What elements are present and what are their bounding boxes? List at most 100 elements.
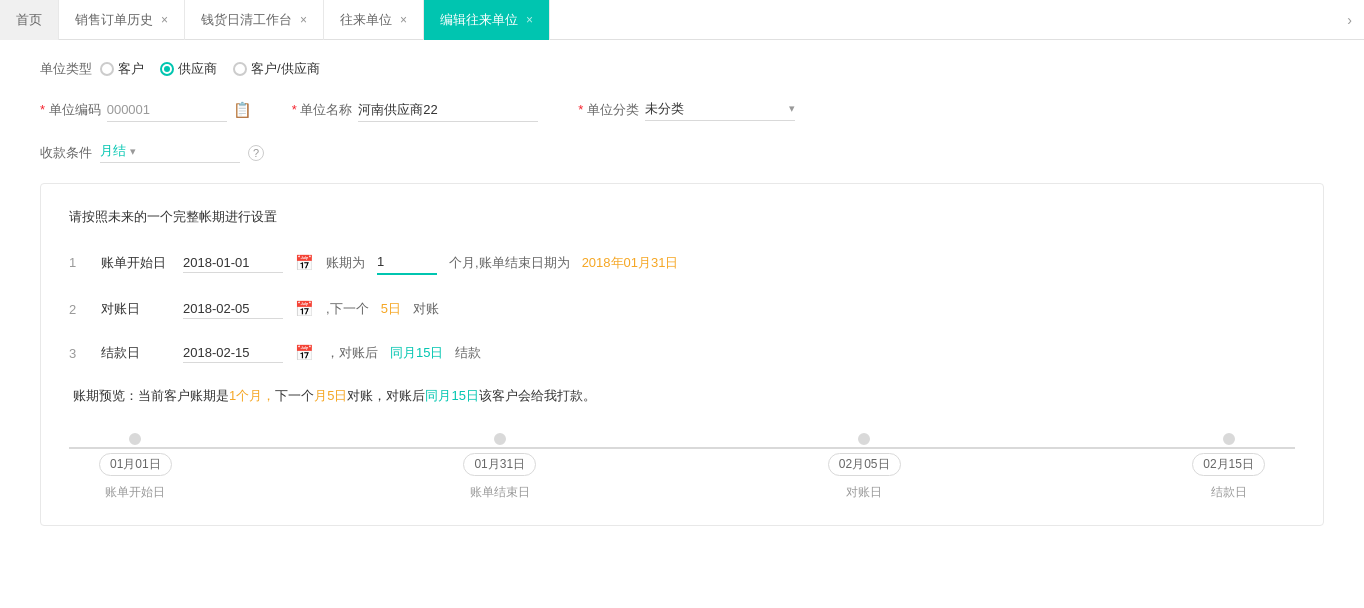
- radio-customer-label: 客户: [118, 60, 144, 78]
- unit-category-value: 未分类: [645, 100, 785, 118]
- row-3-label: 结款日: [101, 344, 171, 362]
- radio-both-label: 客户/供应商: [251, 60, 320, 78]
- unit-code-icon[interactable]: 📋: [233, 101, 252, 119]
- tab-cash-workbench-close[interactable]: ×: [300, 13, 307, 27]
- point-badge-1: 01月31日: [463, 453, 536, 476]
- point-dot-2: [858, 433, 870, 445]
- tab-bar: 首页 销售订单历史 × 钱货日清工作台 × 往来单位 × 编辑往来单位 × ›: [0, 0, 1364, 40]
- unit-category-label: 单位分类: [578, 101, 639, 119]
- setting-row-1: 1 账单开始日 📅 账期为 个月,账单结束日期为 2018年01月31日: [69, 250, 1295, 275]
- row-2-desc1: ,下一个: [326, 300, 369, 318]
- setting-row-3: 3 结款日 📅 ，对账后 同月15日 结款: [69, 343, 1295, 363]
- timeline-wrapper: 01月01日 账单开始日 01月31日 账单结束日 02月05日 对账日 02月…: [69, 433, 1295, 501]
- row-3-calendar-icon[interactable]: 📅: [295, 344, 314, 362]
- radio-both-circle: [233, 62, 247, 76]
- tab-home-label: 首页: [16, 11, 42, 29]
- payment-terms-value: 月结: [100, 142, 126, 160]
- timeline-point-2: 02月05日 对账日: [828, 433, 901, 501]
- setting-row-2: 2 对账日 📅 ,下一个 5日 对账: [69, 299, 1295, 319]
- unit-name-input[interactable]: [358, 98, 538, 122]
- row-2-num: 2: [69, 302, 89, 317]
- point-badge-0: 01月01日: [99, 453, 172, 476]
- preview-desc2: 下一个: [275, 387, 314, 405]
- point-badge-3: 02月15日: [1192, 453, 1265, 476]
- point-label-3: 结款日: [1211, 484, 1247, 501]
- row-2-desc2: 对账: [413, 300, 439, 318]
- tab-edit-partner-close[interactable]: ×: [526, 13, 533, 27]
- tab-edit-partner-label: 编辑往来单位: [440, 11, 518, 29]
- unit-type-row: 单位类型 客户 供应商 客户/供应商: [40, 60, 1324, 78]
- tab-cash-workbench-label: 钱货日清工作台: [201, 11, 292, 29]
- tab-partner-units-close[interactable]: ×: [400, 13, 407, 27]
- row-2-label: 对账日: [101, 300, 171, 318]
- tab-edit-partner[interactable]: 编辑往来单位 ×: [424, 0, 550, 40]
- row-1-num: 1: [69, 255, 89, 270]
- row-1-desc-after: 个月,账单结束日期为: [449, 254, 570, 272]
- payment-terms-row: 收款条件 月结 ▾ ?: [40, 142, 1324, 163]
- payment-terms-label: 收款条件: [40, 144, 92, 162]
- row-3-day-highlight: 同月15日: [390, 344, 443, 362]
- row-3-desc1: ，对账后: [326, 344, 378, 362]
- row-3-num: 3: [69, 346, 89, 361]
- tab-partner-units[interactable]: 往来单位 ×: [324, 0, 424, 40]
- tab-sales-history[interactable]: 销售订单历史 ×: [59, 0, 185, 40]
- preview-day1: 月5日: [314, 387, 347, 405]
- preview-day2: 同月15日: [425, 387, 478, 405]
- radio-both[interactable]: 客户/供应商: [233, 60, 320, 78]
- radio-customer[interactable]: 客户: [100, 60, 144, 78]
- point-badge-2: 02月05日: [828, 453, 901, 476]
- point-dot-0: [129, 433, 141, 445]
- preview-row: 账期预览：当前客户账期是 1个月， 下一个 月5日 对账，对账后 同月15日 该…: [69, 387, 1295, 405]
- preview-months: 1个月，: [229, 387, 275, 405]
- tab-partner-units-label: 往来单位: [340, 11, 392, 29]
- row-3-desc2: 结款: [455, 344, 481, 362]
- unit-type-radio-group: 客户 供应商 客户/供应商: [100, 60, 320, 78]
- point-label-1: 账单结束日: [470, 484, 530, 501]
- point-label-2: 对账日: [846, 484, 882, 501]
- unit-name-group: 单位名称: [292, 98, 539, 122]
- card-title: 请按照未来的一个完整帐期进行设置: [69, 208, 1295, 226]
- row-1-date-input[interactable]: [183, 253, 283, 273]
- row-2-date-input[interactable]: [183, 299, 283, 319]
- unit-code-input[interactable]: [107, 98, 227, 122]
- tab-cash-workbench[interactable]: 钱货日清工作台 ×: [185, 0, 324, 40]
- help-icon[interactable]: ?: [248, 145, 264, 161]
- row-1-desc-before: 账期为: [326, 254, 365, 272]
- row-2-day-highlight: 5日: [381, 300, 401, 318]
- payment-terms-chevron: ▾: [130, 145, 136, 158]
- tab-home[interactable]: 首页: [0, 0, 59, 40]
- preview-label: 账期预览：当前客户账期是: [73, 387, 229, 405]
- preview-desc4: 该客户会给我打款。: [479, 387, 596, 405]
- row-1-label: 账单开始日: [101, 254, 171, 272]
- row-3-date-input[interactable]: [183, 343, 283, 363]
- unit-fields-row: 单位编码 📋 单位名称 单位分类 未分类 ▾: [40, 98, 1324, 122]
- row-2-calendar-icon[interactable]: 📅: [295, 300, 314, 318]
- tab-sales-history-label: 销售订单历史: [75, 11, 153, 29]
- row-1-calendar-icon[interactable]: 📅: [295, 254, 314, 272]
- timeline-point-0: 01月01日 账单开始日: [99, 433, 172, 501]
- point-dot-1: [494, 433, 506, 445]
- radio-supplier-label: 供应商: [178, 60, 217, 78]
- timeline-point-1: 01月31日 账单结束日: [463, 433, 536, 501]
- radio-supplier-circle: [160, 62, 174, 76]
- setting-card: 请按照未来的一个完整帐期进行设置 1 账单开始日 📅 账期为 个月,账单结束日期…: [40, 183, 1324, 526]
- unit-type-label: 单位类型: [40, 60, 92, 78]
- payment-terms-dropdown[interactable]: 月结 ▾: [100, 142, 240, 163]
- tab-sales-history-close[interactable]: ×: [161, 13, 168, 27]
- unit-code-label: 单位编码: [40, 101, 101, 119]
- unit-code-group: 单位编码 📋: [40, 98, 252, 122]
- point-label-0: 账单开始日: [105, 484, 165, 501]
- tab-scroll-arrow[interactable]: ›: [1335, 12, 1364, 28]
- unit-name-label: 单位名称: [292, 101, 353, 119]
- main-content: 单位类型 客户 供应商 客户/供应商 单位编码 📋 单位名称: [0, 40, 1364, 608]
- unit-category-group: 单位分类 未分类 ▾: [578, 100, 795, 121]
- row-1-months-input[interactable]: [377, 250, 437, 275]
- timeline-points: 01月01日 账单开始日 01月31日 账单结束日 02月05日 对账日 02月…: [99, 433, 1265, 501]
- unit-category-dropdown[interactable]: 未分类 ▾: [645, 100, 795, 121]
- preview-desc3: 对账，对账后: [347, 387, 425, 405]
- radio-supplier[interactable]: 供应商: [160, 60, 217, 78]
- timeline-point-3: 02月15日 结款日: [1192, 433, 1265, 501]
- radio-customer-circle: [100, 62, 114, 76]
- row-1-end-date: 2018年01月31日: [582, 254, 679, 272]
- point-dot-3: [1223, 433, 1235, 445]
